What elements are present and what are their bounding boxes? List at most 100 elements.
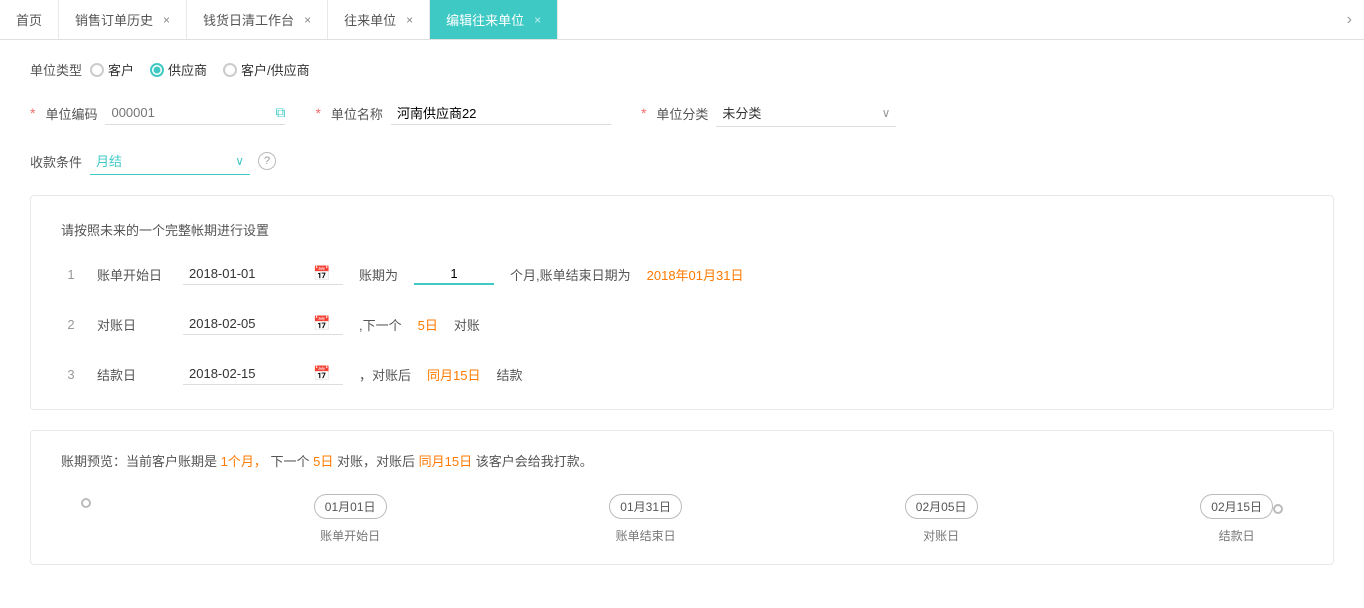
- timeline-segment-1: [91, 494, 314, 502]
- radio-supplier[interactable]: 供应商: [150, 60, 207, 79]
- unit-type-field: 单位类型 客户 供应商 客户/供应商: [30, 60, 310, 79]
- tab-home[interactable]: 首页: [0, 0, 59, 39]
- close-cash-work-icon[interactable]: ×: [304, 13, 311, 27]
- timeline-segment-2: [387, 494, 610, 502]
- payment-condition-field: 收款条件 月结 ∨ ?: [30, 147, 276, 175]
- unit-category-star: *: [641, 105, 646, 121]
- preview-highlight2: 5日: [313, 454, 333, 469]
- close-partner-unit-icon[interactable]: ×: [406, 13, 413, 27]
- timeline-label-3: 对账日: [923, 527, 959, 544]
- setting-label-1: 账单开始日: [97, 265, 167, 284]
- date-field-2[interactable]: [189, 316, 309, 331]
- setting-num-1: 1: [61, 267, 81, 282]
- unit-category-label: 单位分类: [656, 104, 708, 123]
- timeline-right-dot: [1273, 504, 1283, 514]
- calendar-icon-1[interactable]: 📅: [313, 265, 330, 282]
- timeline-point-2: 01月31日 账单结束日: [609, 494, 682, 544]
- date-input-3: 📅: [183, 363, 343, 385]
- close-edit-partner-icon[interactable]: ×: [534, 13, 541, 27]
- preview-middle1: 下一个: [271, 454, 310, 469]
- preview-section: 账期预览：当前客户账期是 1个月， 下一个 5日 对账，对账后 同月15日 该客…: [30, 430, 1334, 565]
- setting-label-2: 对账日: [97, 315, 167, 334]
- timeline-label-1: 账单开始日: [320, 527, 380, 544]
- unit-code-label: 单位编码: [45, 104, 97, 123]
- preview-highlight1: 1个月，: [221, 454, 267, 469]
- setting-desc-1b: 个月,账单结束日期为: [510, 265, 631, 284]
- timeline-bubble-3: 02月05日: [905, 494, 978, 519]
- timeline-bubble-1: 01月01日: [314, 494, 387, 519]
- tab-partner-unit-label: 往来单位: [344, 10, 396, 29]
- period-input-wrap: [414, 264, 494, 285]
- payment-condition-label: 收款条件: [30, 152, 82, 171]
- timeline-segment-3: [682, 494, 905, 502]
- payment-condition-value: 月结: [96, 151, 229, 170]
- preview-middle2: 对账，对账后: [337, 454, 415, 469]
- close-sales-history-icon[interactable]: ×: [163, 13, 170, 27]
- payment-help-icon[interactable]: ?: [258, 152, 276, 170]
- date-field-1[interactable]: [189, 266, 309, 281]
- setting-num-2: 2: [61, 317, 81, 332]
- unit-code-input-wrap: ⧉: [105, 101, 285, 125]
- unit-type-radio-group: 客户 供应商 客户/供应商: [90, 60, 310, 79]
- tab-sales-history[interactable]: 销售订单历史 ×: [59, 0, 187, 39]
- setting-num-3: 3: [61, 367, 81, 382]
- unit-category-dropdown[interactable]: 未分类 ∨: [716, 99, 896, 127]
- copy-icon[interactable]: ⧉: [275, 104, 285, 121]
- tab-edit-partner[interactable]: 编辑往来单位 ×: [430, 0, 558, 39]
- timeline-label-2: 账单结束日: [616, 527, 676, 544]
- timeline-left-dot: [81, 498, 91, 508]
- radio-customer-label: 客户: [108, 60, 134, 79]
- radio-customer-supplier-circle: [223, 63, 237, 77]
- payment-condition-dropdown[interactable]: 月结 ∨: [90, 147, 250, 175]
- setting-row-2: 2 对账日 📅 ,下一个 5日 对账: [61, 313, 1303, 335]
- radio-supplier-circle: [150, 63, 164, 77]
- setting-settlement-highlight: 同月15日: [427, 365, 480, 384]
- tabs-bar: 首页 销售订单历史 × 钱货日清工作台 × 往来单位 × 编辑往来单位 × ›: [0, 0, 1364, 40]
- timeline: 01月01日 账单开始日 01月31日 账单结束日 02月05日 对账日: [61, 494, 1303, 544]
- tab-cash-work-label: 钱货日清工作台: [203, 10, 294, 29]
- tab-home-label: 首页: [16, 10, 42, 29]
- setting-desc-3b: 结款: [496, 365, 522, 384]
- timeline-bubble-2: 01月31日: [609, 494, 682, 519]
- unit-info-row: * 单位编码 ⧉ * 单位名称 * 单位分类 未分类 ∨: [30, 99, 1334, 127]
- tab-more-button[interactable]: ›: [1335, 0, 1364, 39]
- setting-reconcile-highlight: 5日: [418, 315, 438, 334]
- timeline-point-1: 01月01日 账单开始日: [314, 494, 387, 544]
- main-content: 单位类型 客户 供应商 客户/供应商 * 单位编码: [0, 40, 1364, 608]
- period-input[interactable]: [414, 264, 494, 285]
- radio-customer[interactable]: 客户: [90, 60, 134, 79]
- setting-desc-2b: 对账: [454, 315, 480, 334]
- setting-desc-2a: ,下一个: [359, 315, 402, 334]
- settings-title: 请按照未来的一个完整帐期进行设置: [61, 220, 1303, 239]
- unit-category-arrow-icon: ∨: [882, 106, 891, 120]
- date-field-3[interactable]: [189, 366, 309, 381]
- unit-name-input[interactable]: [391, 101, 611, 125]
- setting-row-1: 1 账单开始日 📅 账期为 个月,账单结束日期为 2018年01月31日: [61, 263, 1303, 285]
- timeline-label-4: 结款日: [1219, 527, 1255, 544]
- unit-code-star: *: [30, 105, 35, 121]
- preview-text: 账期预览：当前客户账期是 1个月， 下一个 5日 对账，对账后 同月15日 该客…: [61, 451, 1303, 470]
- preview-highlight3: 同月15日: [419, 454, 472, 469]
- unit-category-value: 未分类: [722, 103, 875, 122]
- unit-name-field: * 单位名称: [315, 101, 610, 125]
- unit-code-input[interactable]: [105, 101, 275, 124]
- preview-prefix: 账期预览：当前客户账期是: [61, 454, 217, 469]
- tab-partner-unit[interactable]: 往来单位 ×: [328, 0, 430, 39]
- calendar-icon-3[interactable]: 📅: [313, 365, 330, 382]
- settings-box: 请按照未来的一个完整帐期进行设置 1 账单开始日 📅 账期为 个月,账单结束日期…: [30, 195, 1334, 410]
- date-input-1: 📅: [183, 263, 343, 285]
- timeline-point-3: 02月05日 对账日: [905, 494, 978, 544]
- tab-cash-work[interactable]: 钱货日清工作台 ×: [187, 0, 328, 39]
- radio-supplier-label: 供应商: [168, 60, 207, 79]
- preview-suffix: 该客户会给我打款。: [476, 454, 593, 469]
- setting-end-date: 2018年01月31日: [647, 265, 744, 284]
- setting-row-3: 3 结款日 📅 ，对账后 同月15日 结款: [61, 363, 1303, 385]
- setting-desc-3a: ，对账后: [359, 365, 411, 384]
- radio-customer-supplier[interactable]: 客户/供应商: [223, 60, 310, 79]
- unit-code-field: * 单位编码 ⧉: [30, 101, 285, 125]
- unit-type-label: 单位类型: [30, 60, 82, 79]
- unit-name-star: *: [315, 105, 320, 121]
- tab-sales-history-label: 销售订单历史: [75, 10, 153, 29]
- calendar-icon-2[interactable]: 📅: [313, 315, 330, 332]
- timeline-point-4: 02月15日 结款日: [1200, 494, 1273, 544]
